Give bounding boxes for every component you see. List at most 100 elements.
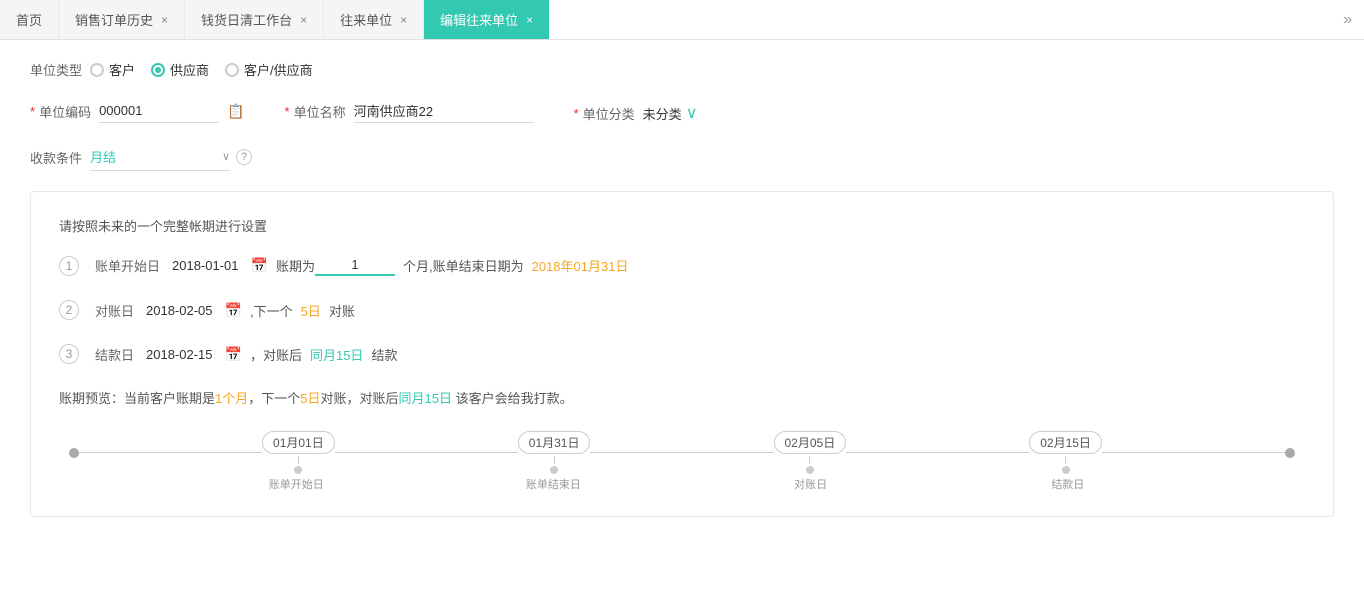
timeline-line-2 — [335, 452, 518, 453]
period-desc-after-1: 个月,账单结束日期为 — [403, 256, 524, 275]
period-desc-part2-3: 结款 — [371, 345, 397, 364]
period-row-3: 3 结款日 2018-02-15 📅 ，对账后同月15日结款 — [59, 344, 1305, 364]
timeline-dot-4 — [1062, 466, 1070, 474]
preview-mid2: 对账，对账后 — [321, 391, 399, 406]
unit-category-group: * 单位分类 未分类 ∨ — [574, 103, 698, 123]
unit-type-label: 单位类型 — [30, 60, 82, 79]
payment-label: 收款条件 — [30, 148, 82, 167]
timeline-dot-3 — [806, 466, 814, 474]
tab-sales-history[interactable]: 销售订单历史 × — [59, 0, 185, 39]
payment-select[interactable]: 月结 ∨ — [90, 143, 230, 171]
tab-home[interactable]: 首页 — [0, 0, 59, 39]
unit-code-label: 单位编码 — [39, 102, 91, 121]
unit-code-group: * 单位编码 📋 — [30, 99, 245, 123]
timeline-label-3: 对账日 — [771, 476, 851, 492]
period-date-3: 2018-02-15 — [146, 347, 213, 362]
unit-details-row: * 单位编码 📋 * 单位名称 * 单位分类 未分类 ∨ — [30, 99, 1334, 123]
unit-code-calendar-icon[interactable]: 📋 — [227, 103, 244, 120]
timeline-line-1 — [79, 452, 262, 453]
radio-supplier[interactable]: 供应商 — [151, 60, 209, 79]
period-date-2: 2018-02-05 — [146, 303, 213, 318]
unit-category-star: * — [574, 106, 579, 121]
unit-category-select[interactable]: 未分类 ∨ — [643, 103, 698, 123]
period-highlight1-2: 5日 — [301, 301, 321, 320]
timeline-node-1: 01月01日 — [262, 431, 335, 474]
period-row-2: 2 对账日 2018-02-05 📅 ,下一个 5日对账 — [59, 300, 1305, 320]
panel-hint: 请按照未来的一个完整帐期进行设置 — [59, 216, 1305, 235]
unit-type-radio-group: 客户 供应商 客户/供应商 — [90, 60, 313, 79]
timeline-badge-3: 02月05日 — [774, 431, 847, 454]
unit-name-input[interactable] — [354, 99, 534, 123]
timeline-dot-2 — [550, 466, 558, 474]
period-label-3: 结款日 — [95, 345, 134, 364]
period-cal-2[interactable]: 📅 — [225, 302, 242, 319]
period-desc-before-1: 账期为 — [276, 256, 315, 275]
timeline-labels: 账单开始日 账单结束日 对账日 结款日 — [59, 476, 1305, 492]
period-num-2: 2 — [59, 300, 79, 320]
timeline-line-4 — [846, 452, 1029, 453]
unit-code-input[interactable] — [99, 99, 219, 123]
unit-name-label: 单位名称 — [294, 102, 346, 121]
unit-code-star: * — [30, 104, 35, 119]
period-month-input[interactable] — [315, 255, 395, 276]
timeline-tick-4 — [1065, 456, 1066, 464]
timeline-tick-1 — [298, 456, 299, 464]
timeline-badge-2: 01月31日 — [518, 431, 591, 454]
tab-close-cash-work[interactable]: × — [300, 13, 307, 27]
tab-counterpart[interactable]: 往来单位 × — [324, 0, 424, 39]
timeline-label-2: 账单结束日 — [513, 476, 593, 492]
radio-both[interactable]: 客户/供应商 — [225, 60, 313, 79]
period-cal-3[interactable]: 📅 — [225, 346, 242, 363]
timeline-node-3: 02月05日 — [774, 431, 847, 474]
period-row-1: 1 账单开始日 2018-01-01 📅 账期为 个月,账单结束日期为 2018… — [59, 255, 1305, 276]
timeline-badge-4: 02月15日 — [1029, 431, 1102, 454]
timeline-start-dot — [69, 448, 79, 458]
timeline-node-4: 02月15日 — [1029, 431, 1102, 474]
period-num-1: 1 — [59, 256, 79, 276]
preview-highlight1: 1个月 — [215, 391, 248, 406]
timeline: 01月01日 01月31日 02月05日 02月15日 — [59, 431, 1305, 474]
preview-mid1: ，下一个 — [248, 391, 300, 406]
period-highlight2-3: 同月15日 — [310, 345, 363, 364]
timeline-sub-1: 账单开始日 — [269, 476, 324, 492]
preview-text: 账期预览：当前客户账期是1个月，下一个5日对账，对账后同月15日 该客户会给我打… — [59, 388, 1305, 407]
timeline-tick-3 — [809, 456, 810, 464]
payment-help-icon[interactable]: ? — [236, 149, 252, 165]
preview-highlight2: 5日 — [300, 391, 320, 406]
preview-suffix: 该客户会给我打款。 — [456, 391, 573, 406]
payment-arrow-icon: ∨ — [222, 150, 230, 163]
period-date-1: 2018-01-01 — [172, 258, 239, 273]
period-end-date-1: 2018年01月31日 — [532, 256, 629, 275]
tab-bar: 首页 销售订单历史 × 钱货日清工作台 × 往来单位 × 编辑往来单位 × » — [0, 0, 1364, 40]
unit-category-value: 未分类 — [643, 104, 682, 123]
tab-expand-button[interactable]: » — [1331, 0, 1364, 39]
timeline-label-4: 结款日 — [1028, 476, 1108, 492]
period-desc-part2-2: 对账 — [329, 301, 355, 320]
timeline-label-1: 账单开始日 — [256, 476, 336, 492]
timeline-badge-1: 01月01日 — [262, 431, 335, 454]
timeline-end-dot — [1285, 448, 1295, 458]
period-label-2: 对账日 — [95, 301, 134, 320]
tab-close-sales-history[interactable]: × — [161, 13, 168, 27]
category-arrow-icon: ∨ — [686, 103, 698, 123]
period-desc-part1-2: ,下一个 — [250, 301, 293, 320]
timeline-tick-2 — [554, 456, 555, 464]
preview-prefix: 账期预览：当前客户账期是 — [59, 391, 215, 406]
radio-circle-supplier — [151, 63, 165, 77]
tab-close-counterpart[interactable]: × — [400, 13, 407, 27]
period-cal-1[interactable]: 📅 — [251, 257, 268, 274]
timeline-line-3 — [590, 452, 773, 453]
radio-customer[interactable]: 客户 — [90, 60, 135, 79]
period-desc-part1-3: ，对账后 — [250, 345, 302, 364]
radio-circle-customer — [90, 63, 104, 77]
timeline-line-5 — [1102, 452, 1285, 453]
period-panel: 请按照未来的一个完整帐期进行设置 1 账单开始日 2018-01-01 📅 账期… — [30, 191, 1334, 517]
tab-cash-work[interactable]: 钱货日清工作台 × — [185, 0, 324, 39]
payment-value: 月结 — [90, 147, 218, 166]
unit-category-label: 单位分类 — [583, 104, 635, 123]
tab-edit-counterpart[interactable]: 编辑往来单位 × — [424, 0, 549, 39]
unit-name-group: * 单位名称 — [285, 99, 534, 123]
period-label-1: 账单开始日 — [95, 256, 160, 275]
tab-close-edit-counterpart[interactable]: × — [526, 13, 533, 27]
timeline-node-2: 01月31日 — [518, 431, 591, 474]
